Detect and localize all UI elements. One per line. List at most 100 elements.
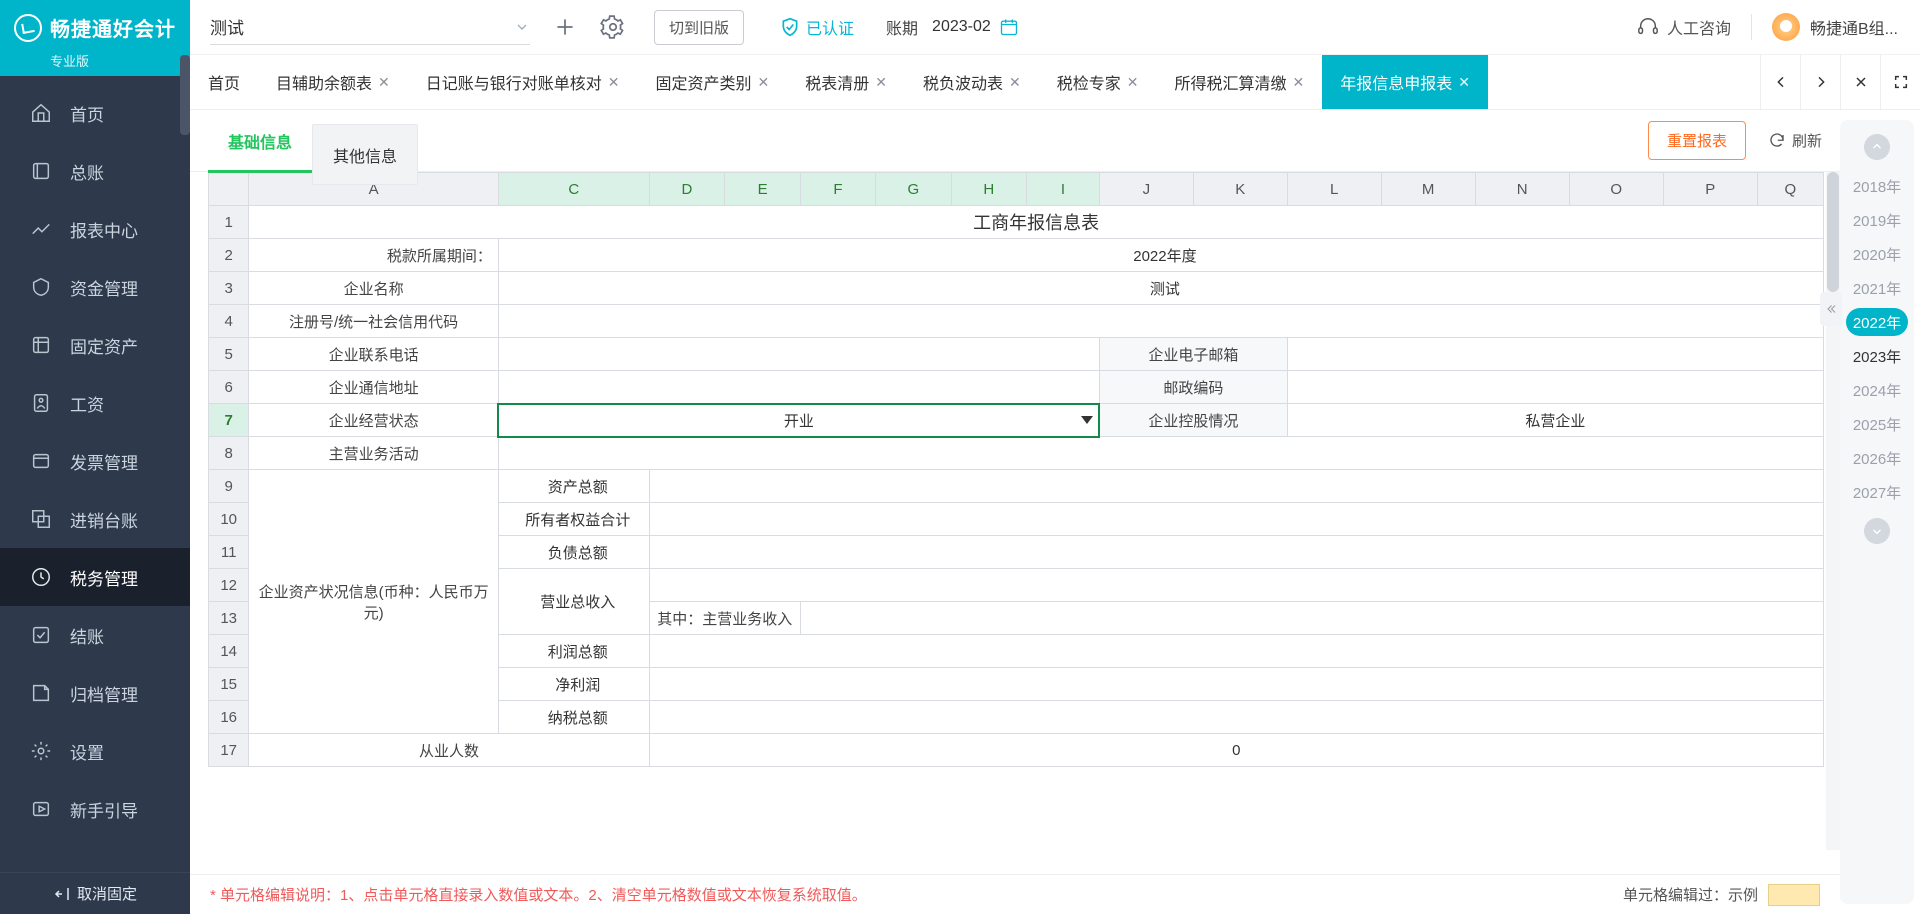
tab-6[interactable]: 税检专家✕ [1039,55,1157,109]
year-2027年[interactable]: 2027年 [1846,478,1908,506]
sidebar-item-3[interactable]: 资金管理 [0,258,190,316]
col-C[interactable]: C [498,173,649,206]
tab-close-icon[interactable]: ✕ [1458,74,1470,91]
tab-next-button[interactable] [1800,55,1840,109]
row3-value[interactable]: 测试 [498,272,1823,305]
sheet-table[interactable]: A B C D E F G H I J K L [208,172,1824,767]
support-button[interactable]: 人工咨询 [1637,15,1731,39]
sidebar-item-6[interactable]: 发票管理 [0,432,190,490]
vertical-scrollbar[interactable] [1826,172,1840,850]
refresh-button[interactable]: 刷新 [1768,130,1822,151]
calendar-icon[interactable] [999,17,1019,37]
add-button[interactable] [552,14,578,40]
col-O[interactable]: O [1569,173,1663,206]
year-rail-collapse[interactable] [1820,292,1842,326]
row2-value[interactable]: 2022年度 [498,239,1823,272]
sidebar-item-9[interactable]: 结账 [0,606,190,664]
col-E[interactable]: E [725,173,801,206]
tab-close-icon[interactable]: ✕ [608,74,620,91]
col-J[interactable]: J [1099,173,1193,206]
reset-report-button[interactable]: 重置报表 [1648,121,1746,160]
tab-2[interactable]: 日记账与银行对账单核对✕ [408,55,638,109]
col-D[interactable]: D [649,173,725,206]
fullscreen-button[interactable] [1880,55,1920,109]
year-2019年[interactable]: 2019年 [1846,206,1908,234]
col-I[interactable]: I [1026,173,1099,206]
sidebar-item-12[interactable]: 新手引导 [0,780,190,838]
tab-4[interactable]: 税表清册✕ [787,55,905,109]
mini-tab-other[interactable]: 其他信息 [312,124,418,185]
tab-close-icon[interactable]: ✕ [875,74,887,91]
year-2025年[interactable]: 2025年 [1846,410,1908,438]
tab-prev-button[interactable] [1760,55,1800,109]
col-G[interactable]: G [876,173,951,206]
tab-close-icon[interactable]: ✕ [1127,74,1139,91]
user-menu[interactable]: 畅捷通B组... [1772,13,1898,41]
row8-value[interactable] [498,437,1823,470]
col-N[interactable]: N [1475,173,1569,206]
tab-1[interactable]: 目辅助余额表✕ [258,55,408,109]
col-L[interactable]: L [1287,173,1381,206]
mini-tab-basic[interactable]: 基础信息 [208,112,312,173]
sidebar-item-1[interactable]: 总账 [0,142,190,200]
sidebar-item-0[interactable]: 首页 [0,84,190,142]
year-2023年[interactable]: 2023年 [1846,342,1908,370]
footer-note: * 单元格编辑说明：1、点击单元格直接录入数值或文本。2、清空单元格数值或文本恢… [210,884,867,905]
row6-right-value[interactable] [1287,371,1823,404]
tab-7[interactable]: 所得税汇算清缴✕ [1157,55,1323,109]
year-2018年[interactable]: 2018年 [1846,172,1908,200]
tab-3[interactable]: 固定资产类别✕ [638,55,788,109]
settings-button[interactable] [600,14,626,40]
col-P[interactable]: P [1663,173,1757,206]
row5-right-value[interactable] [1287,338,1823,371]
row4-value[interactable] [498,305,1823,338]
sidebar-item-8[interactable]: 税务管理 [0,548,190,606]
sidebar-item-7[interactable]: 进销台账 [0,490,190,548]
tab-close-button[interactable] [1840,55,1880,109]
unpin-button[interactable]: 取消固定 [0,872,190,914]
row9-value[interactable] [649,470,1823,503]
business-status-cell[interactable]: 开业 [498,404,1099,437]
tab-close-icon[interactable]: ✕ [378,74,390,91]
sidebar-item-11[interactable]: 设置 [0,722,190,780]
col-M[interactable]: M [1381,173,1475,206]
row13-value[interactable] [800,602,1823,635]
row12-value[interactable] [649,569,1823,602]
tenant-select[interactable]: 测试 [210,9,530,45]
tab-close-icon[interactable]: ✕ [758,74,770,91]
tab-0[interactable]: 首页 [190,55,258,109]
col-K[interactable]: K [1193,173,1287,206]
switch-old-button[interactable]: 切到旧版 [654,10,744,45]
corner-cell[interactable] [209,173,249,206]
sidebar-item-5[interactable]: 工资 [0,374,190,432]
row14-value[interactable] [649,635,1823,668]
sidebar-item-2[interactable]: 报表中心 [0,200,190,258]
horizontal-scrollbar[interactable] [250,850,1806,874]
year-2021年[interactable]: 2021年 [1846,274,1908,302]
dropdown-arrow-icon[interactable] [1081,416,1093,424]
year-2026年[interactable]: 2026年 [1846,444,1908,472]
row16-value[interactable] [649,701,1823,734]
row6-value[interactable] [498,371,1099,404]
row7-right-value[interactable]: 私营企业 [1287,404,1823,437]
year-2024年[interactable]: 2024年 [1846,376,1908,404]
col-H[interactable]: H [951,173,1026,206]
row11-value[interactable] [649,536,1823,569]
row10-value[interactable] [649,503,1823,536]
sidebar-item-4[interactable]: 固定资产 [0,316,190,374]
tab-8[interactable]: 年报信息申报表✕ [1322,55,1488,109]
sidebar-scrollbar[interactable] [180,55,190,135]
row17-value[interactable]: 0 [649,734,1823,767]
tab-5[interactable]: 税负波动表✕ [905,55,1039,109]
year-up-button[interactable] [1864,134,1890,160]
sidebar-item-10[interactable]: 归档管理 [0,664,190,722]
col-Q[interactable]: Q [1757,173,1823,206]
row15-value[interactable] [649,668,1823,701]
year-down-button[interactable] [1864,518,1890,544]
year-2020年[interactable]: 2020年 [1846,240,1908,268]
col-F[interactable]: F [800,173,875,206]
row5-value[interactable] [498,338,1099,371]
year-2022年[interactable]: 2022年 [1846,308,1908,336]
tab-close-icon[interactable]: ✕ [1009,74,1021,91]
tab-close-icon[interactable]: ✕ [1293,74,1305,91]
